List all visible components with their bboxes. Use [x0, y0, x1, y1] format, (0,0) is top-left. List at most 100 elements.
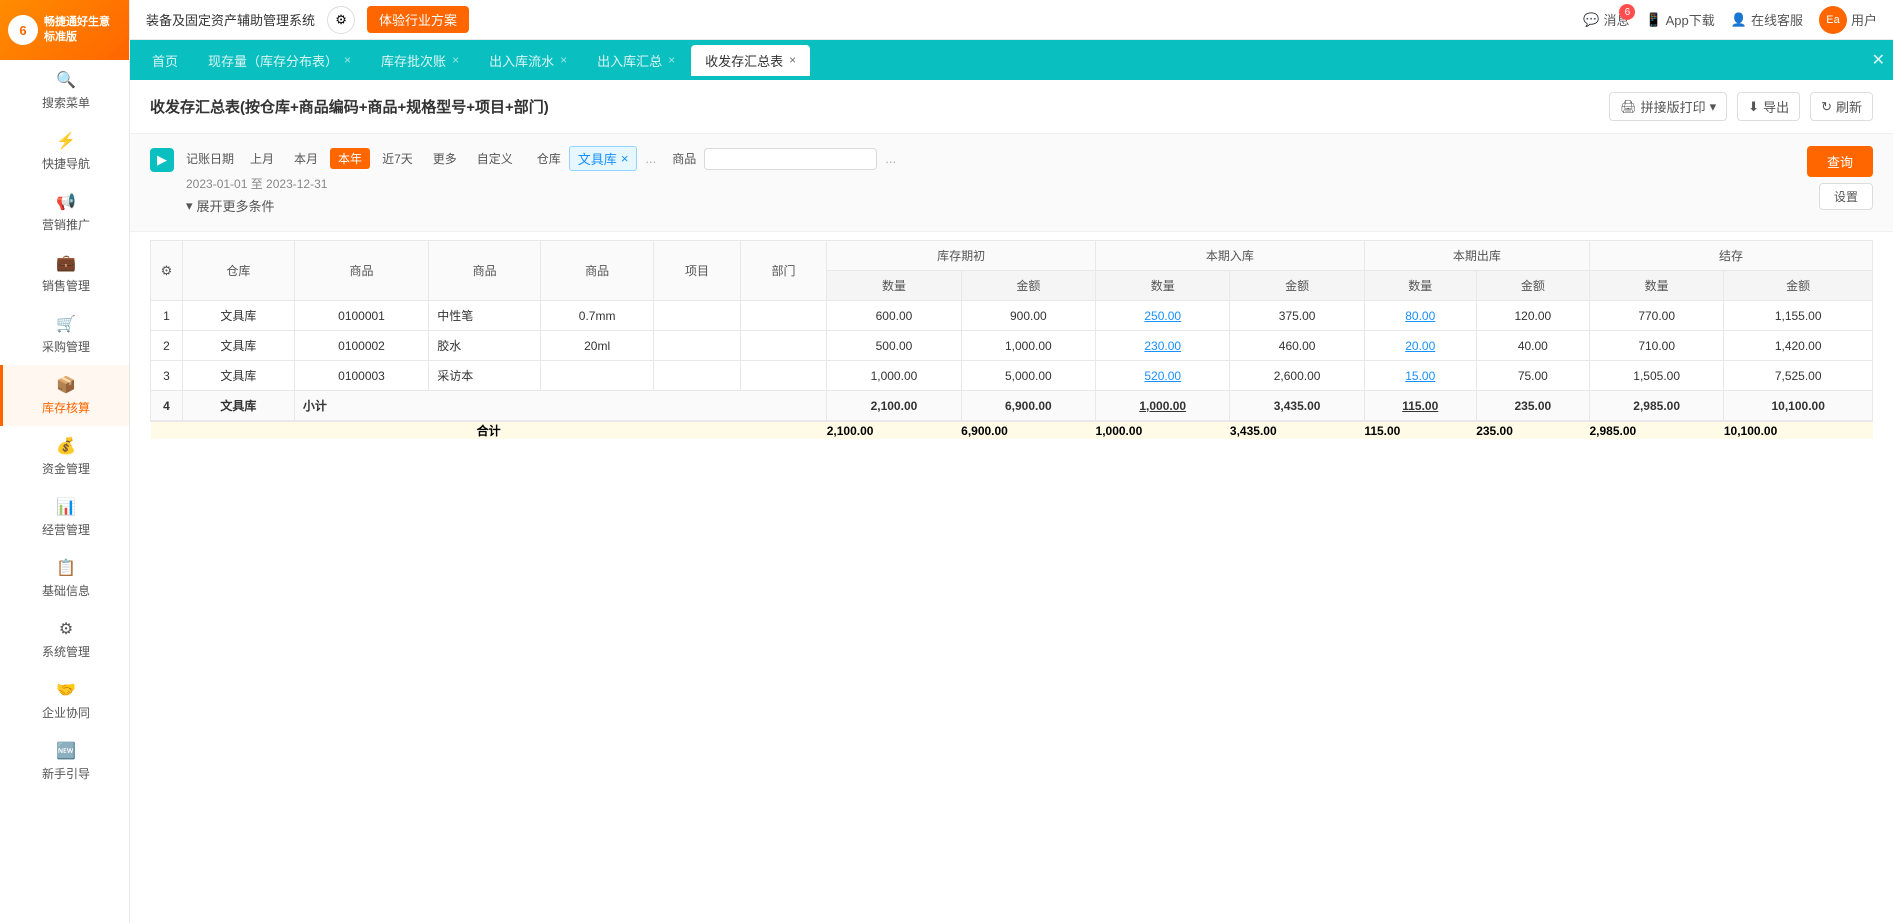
row-opening-qty: 1,000.00 [827, 361, 961, 391]
tab-batch-close[interactable]: × [452, 53, 459, 67]
row-out-qty[interactable]: 15.00 [1364, 361, 1476, 391]
tab-bar-close[interactable]: ✕ [1872, 50, 1885, 70]
guide-icon: 🆕 [56, 741, 76, 761]
sidebar-item-finance[interactable]: 💰 资金管理 [0, 426, 129, 487]
export-button[interactable]: ⬇ 导出 [1737, 92, 1800, 121]
warehouse-filter-group: 仓库 文具库 × ... [537, 146, 656, 171]
print-dropdown-icon: ▾ [1710, 99, 1717, 115]
date-range-display: 2023-01-01 至 2023-12-31 [186, 175, 1795, 192]
goods-filter-input[interactable] [704, 148, 877, 170]
date-btn-this-year[interactable]: 本年 [330, 148, 370, 169]
subtotal-no: 4 [151, 391, 183, 422]
table-row: 1 文具库 0100001 中性笔 0.7mm 600.00 900.00 25… [151, 301, 1873, 331]
goods-ellipsis[interactable]: ... [885, 151, 896, 166]
spec-header: 商品 [541, 241, 654, 301]
row-warehouse: 文具库 [183, 301, 295, 331]
date-btn-7days[interactable]: 近7天 [374, 148, 421, 169]
filter-toggle[interactable]: ▶ [150, 148, 174, 172]
row-in-qty[interactable]: 250.00 [1096, 301, 1230, 331]
sidebar-item-marketing[interactable]: 📢 营销推广 [0, 182, 129, 243]
app-logo: 6 畅捷通好生意 标准版 [0, 0, 129, 60]
table-settings-icon: ⚙ [161, 263, 173, 278]
tab-recv-send[interactable]: 收发存汇总表 × [691, 45, 810, 76]
finance-icon: 💰 [56, 436, 76, 456]
sidebar-item-guide[interactable]: 🆕 新手引导 [0, 731, 129, 792]
filter-settings-button[interactable]: 设置 [1819, 183, 1873, 210]
row-in-amt: 375.00 [1230, 301, 1364, 331]
sidebar-item-operation[interactable]: 📊 经营管理 [0, 487, 129, 548]
row-closing-amt: 1,155.00 [1724, 301, 1873, 331]
row-closing-qty: 710.00 [1589, 331, 1723, 361]
sidebar-label-inventory: 库存核算 [42, 399, 90, 416]
settings-icon[interactable]: ⚙ [327, 6, 355, 34]
sidebar-item-quick-nav[interactable]: ⚡ 快捷导航 [0, 121, 129, 182]
warehouse-tag-remove[interactable]: × [621, 151, 629, 166]
tab-recv-send-label: 收发存汇总表 [705, 51, 783, 70]
row-in-qty[interactable]: 230.00 [1096, 331, 1230, 361]
row-out-qty[interactable]: 80.00 [1364, 301, 1476, 331]
print-icon: 🖨 [1620, 99, 1637, 115]
tab-inout-sum[interactable]: 出入库汇总 × [583, 45, 689, 76]
subtotal-closing-qty: 2,985.00 [1589, 391, 1723, 422]
notification-item[interactable]: 💬 消息 6 [1583, 10, 1629, 29]
row-closing-amt: 1,420.00 [1724, 331, 1873, 361]
export-icon: ⬇ [1748, 99, 1759, 115]
filter-content: 记账日期 上月 本月 本年 近7天 更多 自定义 仓库 [186, 146, 1795, 219]
marketing-icon: 📢 [56, 192, 76, 212]
table-settings-header[interactable]: ⚙ [151, 241, 183, 301]
expand-more-btn[interactable]: ▾ 展开更多条件 [186, 192, 1795, 219]
tab-stock[interactable]: 现存量（库存分布表） × [194, 45, 365, 76]
query-button[interactable]: 查询 [1807, 146, 1873, 177]
row-opening-qty: 500.00 [827, 331, 961, 361]
system-icon: ⚙ [59, 619, 73, 639]
sidebar-item-basic[interactable]: 📋 基础信息 [0, 548, 129, 609]
table-header-top: ⚙ 仓库 商品 商品 商品 项目 部门 库存期初 本期入库 本期出库 结存 [151, 241, 1873, 271]
sidebar-item-system[interactable]: ⚙ 系统管理 [0, 609, 129, 670]
print-button[interactable]: 🖨 拼接版打印 ▾ [1609, 92, 1727, 121]
warehouse-tag-text: 文具库 [578, 149, 617, 168]
row-warehouse: 文具库 [183, 331, 295, 361]
app-download-item[interactable]: 📱 App下载 [1645, 10, 1714, 29]
date-filter-label: 记账日期 [186, 150, 234, 167]
header-right: 💬 消息 6 📱 App下载 👤 在线客服 Ea 用户 [1583, 6, 1877, 34]
tab-inout-flow[interactable]: 出入库流水 × [475, 45, 581, 76]
sidebar-item-search[interactable]: 🔍 搜索菜单 [0, 60, 129, 121]
app-download-label: App下载 [1666, 10, 1715, 29]
tab-inout-sum-close[interactable]: × [668, 53, 675, 67]
row-project [654, 331, 741, 361]
date-btn-more[interactable]: 更多 [425, 148, 465, 169]
date-btn-this-month[interactable]: 本月 [286, 148, 326, 169]
date-btn-last-month[interactable]: 上月 [242, 148, 282, 169]
sidebar-label-quick-nav: 快捷导航 [42, 155, 90, 172]
out-qty-header: 数量 [1364, 271, 1476, 301]
tab-stock-close[interactable]: × [344, 53, 351, 67]
tab-home[interactable]: 首页 [138, 45, 192, 76]
sidebar-item-sales[interactable]: 💼 销售管理 [0, 243, 129, 304]
tab-batch-label: 库存批次账 [381, 51, 446, 70]
row-opening-amt: 900.00 [961, 301, 1095, 331]
table-footer: 合计 2,100.00 6,900.00 1,000.00 3,435.00 1… [151, 421, 1873, 439]
print-label: 拼接版打印 [1641, 97, 1706, 116]
tab-bar: 首页 现存量（库存分布表） × 库存批次账 × 出入库流水 × 出入库汇总 × … [130, 40, 1893, 80]
warehouse-ellipsis[interactable]: ... [645, 151, 656, 166]
sidebar-item-collab[interactable]: 🤝 企业协同 [0, 670, 129, 731]
tab-inout-flow-label: 出入库流水 [489, 51, 554, 70]
refresh-button[interactable]: ↻ 刷新 [1810, 92, 1873, 121]
row-out-qty[interactable]: 20.00 [1364, 331, 1476, 361]
footer-closing-qty: 2,985.00 [1589, 421, 1723, 439]
sidebar-item-inventory[interactable]: 📦 库存核算 [0, 365, 129, 426]
online-service-item[interactable]: 👤 在线客服 [1731, 10, 1803, 29]
tab-batch[interactable]: 库存批次账 × [367, 45, 473, 76]
row-in-qty[interactable]: 520.00 [1096, 361, 1230, 391]
footer-opening-qty: 2,100.00 [827, 421, 961, 439]
in-group-header: 本期入库 [1096, 241, 1365, 271]
tab-recv-send-close[interactable]: × [789, 53, 796, 67]
subtotal-warehouse: 文具库 [183, 391, 295, 422]
experience-button[interactable]: 体验行业方案 [367, 6, 469, 33]
sidebar-label-basic: 基础信息 [42, 582, 90, 599]
date-btn-custom[interactable]: 自定义 [469, 148, 521, 169]
tab-inout-flow-close[interactable]: × [560, 53, 567, 67]
user-item[interactable]: Ea 用户 [1819, 6, 1877, 34]
sidebar-item-purchase[interactable]: 🛒 采购管理 [0, 304, 129, 365]
subtotal-in-amt: 3,435.00 [1230, 391, 1364, 422]
